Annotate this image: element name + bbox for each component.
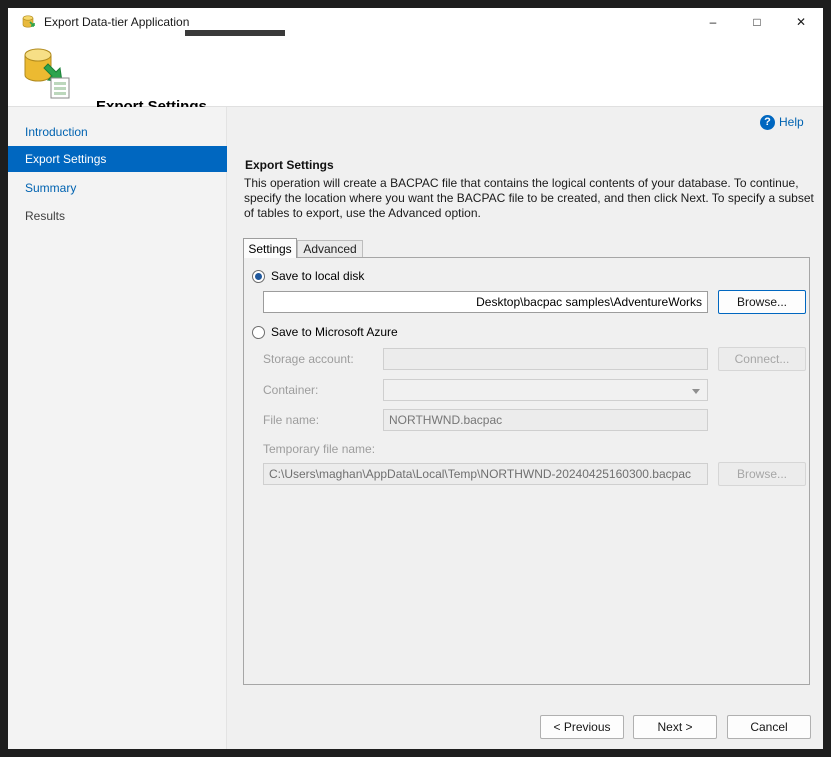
local-browse-button[interactable]: Browse... [718, 290, 806, 314]
save-local-label[interactable]: Save to local disk [271, 269, 364, 283]
minimize-button[interactable]: – [691, 8, 735, 36]
section-heading: Export Settings [245, 158, 334, 172]
window-controls: – □ ✕ [691, 8, 823, 36]
export-database-icon [18, 44, 74, 100]
window-title: Export Data-tier Application [44, 8, 189, 36]
close-button[interactable]: ✕ [779, 8, 823, 36]
save-azure-label[interactable]: Save to Microsoft Azure [271, 325, 398, 339]
window-frame: Export Data-tier Application – □ ✕ Expor… [0, 0, 831, 757]
sidebar-item-results: Results [8, 203, 227, 229]
wizard-header: Export Settings [8, 36, 823, 107]
temp-file-label: Temporary file name: [263, 442, 375, 456]
container-combobox [383, 379, 708, 401]
sidebar-item-export-settings[interactable]: Export Settings [8, 146, 227, 172]
help-link[interactable]: ? Help [760, 114, 804, 130]
next-button[interactable]: Next > [633, 715, 717, 739]
sidebar-item-introduction[interactable]: Introduction [8, 119, 227, 145]
maximize-icon: □ [753, 15, 760, 29]
tab-settings[interactable]: Settings [243, 238, 297, 258]
help-icon: ? [760, 115, 775, 130]
chevron-down-icon [692, 389, 700, 394]
maximize-button[interactable]: □ [735, 8, 779, 36]
temp-browse-button: Browse... [718, 462, 806, 486]
storage-account-label: Storage account: [263, 352, 354, 366]
title-bar: Export Data-tier Application – □ ✕ [8, 8, 823, 36]
save-azure-radio[interactable] [252, 326, 265, 339]
save-local-radio[interactable] [252, 270, 265, 283]
previous-button[interactable]: < Previous [540, 715, 624, 739]
file-name-input [383, 409, 708, 431]
wizard-nav-sidebar: Introduction Export Settings Summary Res… [8, 107, 227, 749]
sidebar-item-summary[interactable]: Summary [8, 175, 227, 201]
help-label: Help [779, 115, 804, 129]
storage-account-input [383, 348, 708, 370]
temp-file-input [263, 463, 708, 485]
tab-advanced[interactable]: Advanced [297, 240, 363, 257]
connect-button: Connect... [718, 347, 806, 371]
radio-checked-dot [255, 273, 262, 280]
minimize-icon: – [710, 15, 717, 29]
close-icon: ✕ [796, 15, 806, 29]
section-description: This operation will create a BACPAC file… [244, 176, 820, 221]
local-path-input[interactable] [263, 291, 708, 313]
app-icon [21, 14, 37, 30]
container-label: Container: [263, 383, 318, 397]
cancel-button[interactable]: Cancel [727, 715, 811, 739]
file-name-label: File name: [263, 413, 319, 427]
